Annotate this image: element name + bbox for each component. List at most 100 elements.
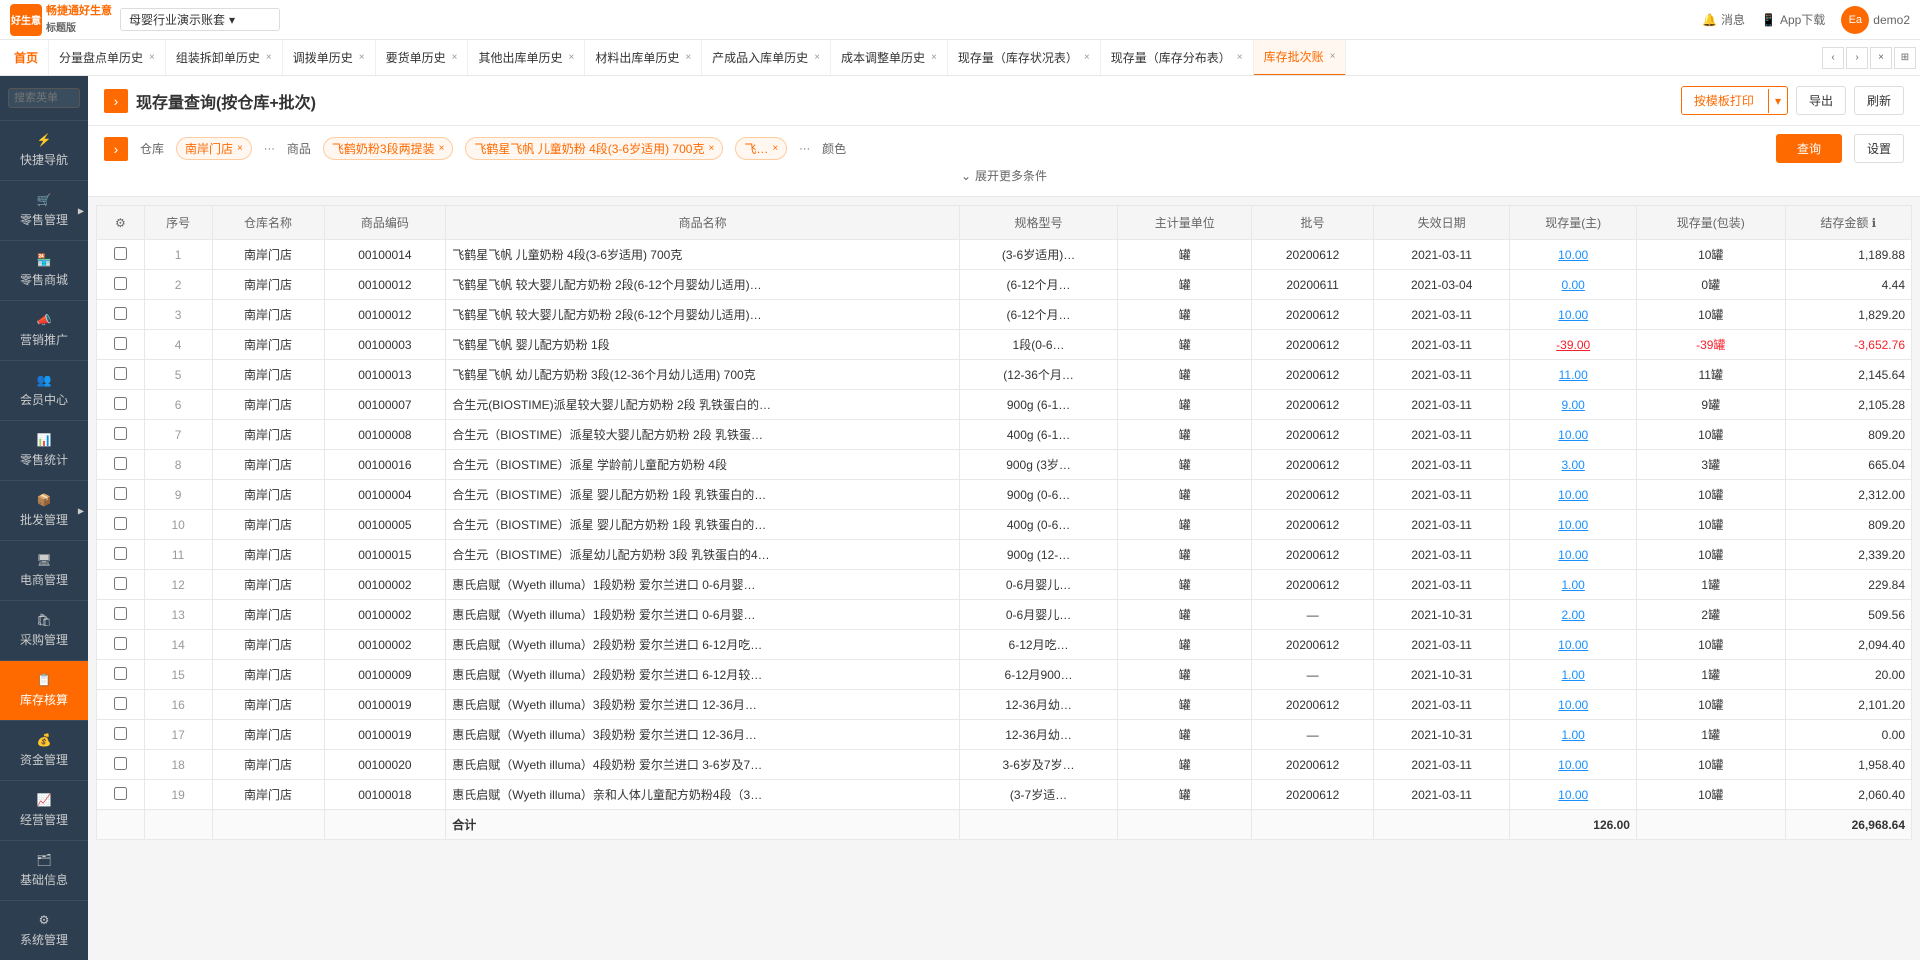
row-checkbox-cell[interactable] — [97, 660, 145, 690]
row-checkbox[interactable] — [114, 667, 127, 680]
product-filter-tag-2[interactable]: 飞鹤星飞帆 儿童奶粉 4段(3-6岁适用) 700克 × — [465, 137, 723, 160]
tab-batch-voucher[interactable]: 库存批次账 × — [1254, 40, 1347, 76]
row-stock-main[interactable]: 10.00 — [1510, 540, 1637, 570]
close-icon[interactable]: × — [685, 52, 691, 63]
row-stock-main[interactable]: 1.00 — [1510, 720, 1637, 750]
product-filter-tag-1[interactable]: 飞鹤奶粉3段两提装 × — [323, 137, 454, 160]
stock-main-link[interactable]: 10.00 — [1558, 248, 1588, 262]
row-stock-main[interactable]: 10.00 — [1510, 750, 1637, 780]
sidebar-item-system[interactable]: ⚙ 系统管理 — [0, 901, 88, 960]
stock-main-link[interactable]: 10.00 — [1558, 308, 1588, 322]
stock-main-link[interactable]: 10.00 — [1558, 428, 1588, 442]
stock-main-link[interactable]: 1.00 — [1562, 668, 1585, 682]
product-filter-tag-3[interactable]: 飞… × — [735, 137, 787, 160]
print-button[interactable]: 按模板打印 — [1682, 87, 1766, 114]
tab-expand[interactable]: ⊞ — [1894, 47, 1916, 69]
row-checkbox-cell[interactable] — [97, 300, 145, 330]
row-stock-main[interactable]: 10.00 — [1510, 300, 1637, 330]
row-checkbox[interactable] — [114, 517, 127, 530]
row-checkbox-cell[interactable] — [97, 570, 145, 600]
close-icon[interactable]: × — [266, 52, 272, 63]
user-profile[interactable]: Ea demo2 — [1841, 6, 1910, 34]
row-checkbox-cell[interactable] — [97, 420, 145, 450]
search-input[interactable] — [8, 88, 80, 108]
row-stock-main[interactable]: -39.00 — [1510, 330, 1637, 360]
row-stock-main[interactable]: 10.00 — [1510, 240, 1637, 270]
sidebar-item-retail-mall[interactable]: 🏪 零售商城 — [0, 241, 88, 301]
row-checkbox-cell[interactable] — [97, 240, 145, 270]
sidebar-item-retail[interactable]: 🛒 零售管理 ▶ — [0, 181, 88, 241]
row-stock-main[interactable]: 9.00 — [1510, 390, 1637, 420]
stock-main-link[interactable]: 10.00 — [1558, 548, 1588, 562]
account-selector[interactable]: 母婴行业演示账套 ▾ — [120, 8, 280, 31]
sidebar-item-quick-nav[interactable]: ⚡ 快捷导航 — [0, 121, 88, 181]
sidebar-item-inventory[interactable]: 📋 库存核算 — [0, 661, 88, 721]
remove-product-tag-2-icon[interactable]: × — [708, 143, 714, 154]
export-button[interactable]: 导出 — [1796, 86, 1846, 115]
row-checkbox-cell[interactable] — [97, 510, 145, 540]
stock-main-link[interactable]: 1.00 — [1562, 728, 1585, 742]
row-checkbox[interactable] — [114, 307, 127, 320]
row-checkbox-cell[interactable] — [97, 450, 145, 480]
row-checkbox[interactable] — [114, 637, 127, 650]
sidebar-item-marketing[interactable]: 📣 营销推广 — [0, 301, 88, 361]
tab-split-inventory[interactable]: 分量盘点单历史 × — [49, 40, 166, 76]
row-checkbox[interactable] — [114, 727, 127, 740]
row-checkbox[interactable] — [114, 367, 127, 380]
row-checkbox[interactable] — [114, 607, 127, 620]
row-stock-main[interactable]: 11.00 — [1510, 360, 1637, 390]
product-more[interactable]: ··· — [799, 143, 810, 155]
row-checkbox[interactable] — [114, 577, 127, 590]
close-icon[interactable]: × — [1330, 51, 1336, 62]
warehouse-filter-tag[interactable]: 南岸门店 × — [176, 137, 252, 160]
stock-main-link[interactable]: 10.00 — [1558, 698, 1588, 712]
row-checkbox-cell[interactable] — [97, 270, 145, 300]
sidebar-item-ops[interactable]: 📈 经营管理 — [0, 781, 88, 841]
row-stock-main[interactable]: 10.00 — [1510, 630, 1637, 660]
tab-home[interactable]: 首页 — [4, 40, 49, 76]
row-stock-main[interactable]: 10.00 — [1510, 690, 1637, 720]
row-checkbox[interactable] — [114, 427, 127, 440]
settings-button[interactable]: 设置 — [1854, 134, 1904, 163]
row-checkbox-cell[interactable] — [97, 750, 145, 780]
tab-next-arrow[interactable]: › — [1846, 47, 1868, 69]
row-checkbox[interactable] — [114, 697, 127, 710]
row-stock-main[interactable]: 0.00 — [1510, 270, 1637, 300]
row-stock-main[interactable]: 10.00 — [1510, 510, 1637, 540]
tab-combo-disassemble[interactable]: 组装拆卸单历史 × — [166, 40, 283, 76]
refresh-button[interactable]: 刷新 — [1854, 86, 1904, 115]
sidebar-item-wholesale[interactable]: 📦 批发管理 ▶ — [0, 481, 88, 541]
row-checkbox-cell[interactable] — [97, 360, 145, 390]
app-download-button[interactable]: 📱 App下载 — [1761, 11, 1825, 28]
stock-main-link[interactable]: 1.00 — [1562, 578, 1585, 592]
expand-sidebar-button[interactable]: › — [104, 89, 128, 113]
expand-more-conditions[interactable]: ⌄ 展开更多条件 — [104, 163, 1904, 188]
row-stock-main[interactable]: 3.00 — [1510, 450, 1637, 480]
row-checkbox[interactable] — [114, 547, 127, 560]
remove-product-tag-1-icon[interactable]: × — [439, 143, 445, 154]
query-button[interactable]: 查询 — [1776, 134, 1842, 163]
remove-warehouse-tag-icon[interactable]: × — [237, 143, 243, 154]
stock-main-link[interactable]: 10.00 — [1558, 758, 1588, 772]
row-stock-main[interactable]: 2.00 — [1510, 600, 1637, 630]
close-icon[interactable]: × — [931, 52, 937, 63]
messages-button[interactable]: 🔔 消息 — [1702, 11, 1745, 28]
close-icon[interactable]: × — [149, 52, 155, 63]
row-checkbox-cell[interactable] — [97, 540, 145, 570]
tab-other-out[interactable]: 其他出库单历史 × — [468, 40, 585, 76]
row-checkbox[interactable] — [114, 397, 127, 410]
row-stock-main[interactable]: 10.00 — [1510, 420, 1637, 450]
tab-pick[interactable]: 调拨单历史 × — [283, 40, 376, 76]
row-checkbox[interactable] — [114, 757, 127, 770]
row-checkbox-cell[interactable] — [97, 720, 145, 750]
sidebar-item-base[interactable]: 🗂 基础信息 — [0, 841, 88, 901]
filter-expand-button[interactable]: › — [104, 137, 128, 161]
row-checkbox-cell[interactable] — [97, 690, 145, 720]
sidebar-item-retail-stats[interactable]: 📊 零售统计 — [0, 421, 88, 481]
stock-main-link[interactable]: 2.00 — [1562, 608, 1585, 622]
stock-main-link[interactable]: 3.00 — [1562, 458, 1585, 472]
close-icon[interactable]: × — [452, 52, 458, 63]
stock-main-link[interactable]: 0.00 — [1562, 278, 1585, 292]
stock-main-link[interactable]: 11.00 — [1559, 368, 1588, 382]
row-checkbox[interactable] — [114, 487, 127, 500]
